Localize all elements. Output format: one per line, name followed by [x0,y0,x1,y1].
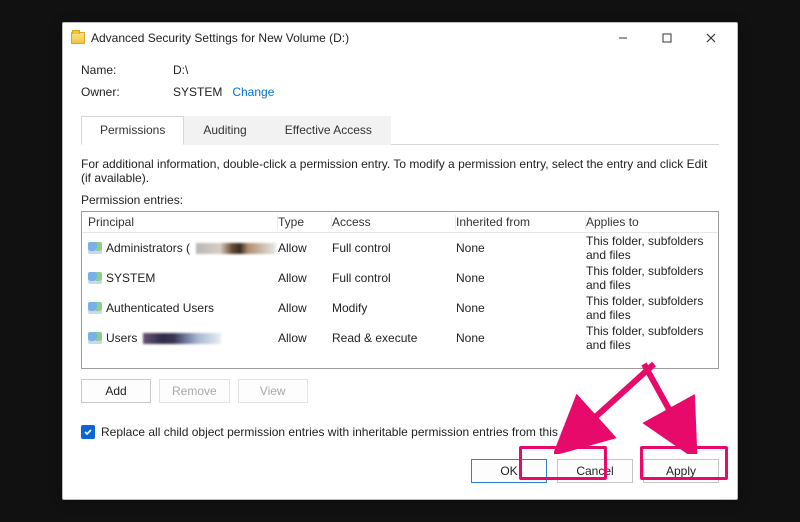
cell-inherited: None [456,301,586,315]
entry-buttons: Add Remove View [81,379,719,403]
add-button[interactable]: Add [81,379,151,403]
col-type: Type [278,215,332,229]
cell-applies: This folder, subfolders and files [586,294,712,322]
name-value: D:\ [173,63,188,77]
table-row[interactable]: Authenticated Users AllowModifyNoneThis f… [82,293,718,323]
cell-type: Allow [278,271,332,285]
owner-row: Owner: SYSTEM Change [81,85,719,99]
apply-button[interactable]: Apply [643,459,719,483]
principal-text: Users [106,331,137,345]
col-inherited: Inherited from [456,215,586,229]
change-owner-link[interactable]: Change [232,85,274,99]
remove-button: Remove [159,379,230,403]
view-button: View [238,379,308,403]
replace-inheritable-label: Replace all child object permission entr… [101,425,593,439]
cell-applies: This folder, subfolders and files [586,324,712,352]
cell-inherited: None [456,241,586,255]
table-row[interactable]: Users AllowRead & executeNoneThis folder,… [82,323,718,353]
principal-text: Administrators ( [106,241,190,255]
ok-button[interactable]: OK [471,459,547,483]
col-principal: Principal [88,215,278,229]
dialog-buttons: OK Cancel Apply [63,445,737,499]
principal-text: SYSTEM [106,271,155,285]
group-icon [88,272,102,284]
group-icon [88,332,102,344]
name-label: Name: [81,63,173,77]
table-row[interactable]: SYSTEM AllowFull controlNoneThis folder, … [82,263,718,293]
folder-icon [71,32,85,44]
minimize-button[interactable] [601,23,645,53]
table-row[interactable]: Administrators ( AllowFull controlNoneThi… [82,233,718,263]
maximize-button[interactable] [645,23,689,53]
cell-applies: This folder, subfolders and files [586,234,712,262]
cell-access: Full control [332,271,456,285]
tab-effective-access[interactable]: Effective Access [266,116,391,145]
cell-access: Full control [332,241,456,255]
cell-type: Allow [278,331,332,345]
titlebar: Advanced Security Settings for New Volum… [63,23,737,53]
principal-text: Authenticated Users [106,301,214,315]
replace-inheritable-checkbox[interactable] [81,425,95,439]
name-row: Name: D:\ [81,63,719,77]
permission-entries[interactable]: Principal Type Access Inherited from App… [81,211,719,369]
security-settings-window: Advanced Security Settings for New Volum… [62,22,738,500]
owner-value: SYSTEM [173,85,222,99]
cell-inherited: None [456,271,586,285]
cell-access: Modify [332,301,456,315]
entries-header: Principal Type Access Inherited from App… [82,212,718,233]
tab-auditing[interactable]: Auditing [184,116,265,145]
replace-inheritable-row[interactable]: Replace all child object permission entr… [81,425,719,439]
cancel-button[interactable]: Cancel [557,459,633,483]
owner-label: Owner: [81,85,173,99]
group-icon [88,242,102,254]
cell-inherited: None [456,331,586,345]
col-access: Access [332,215,456,229]
close-button[interactable] [689,23,733,53]
cell-applies: This folder, subfolders and files [586,264,712,292]
cell-type: Allow [278,301,332,315]
tabs: Permissions Auditing Effective Access [81,115,719,145]
cell-type: Allow [278,241,332,255]
col-applies: Applies to [586,215,712,229]
info-text: For additional information, double-click… [81,157,719,185]
redacted-text [143,333,221,344]
window-title: Advanced Security Settings for New Volum… [91,31,349,45]
group-icon [88,302,102,314]
tab-permissions[interactable]: Permissions [81,116,184,145]
redacted-text [196,243,276,254]
cell-access: Read & execute [332,331,456,345]
entries-label: Permission entries: [81,193,719,207]
